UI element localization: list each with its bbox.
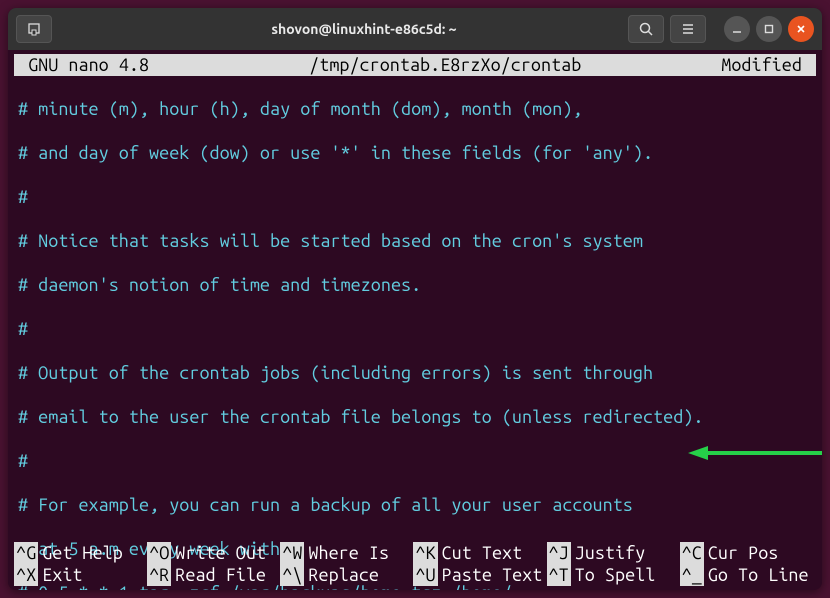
minimize-icon xyxy=(731,23,743,35)
nano-app-name: GNU nano 4.8 xyxy=(28,55,149,75)
menu-button[interactable] xyxy=(670,15,706,43)
shortcut-label: To Spell xyxy=(575,564,656,586)
maximize-button[interactable] xyxy=(756,16,782,42)
shortcut-label: Exit xyxy=(42,564,82,586)
shortcut-key: ^K xyxy=(413,542,437,564)
close-button[interactable] xyxy=(788,16,814,42)
search-button[interactable] xyxy=(628,15,664,43)
nano-status: Modified xyxy=(721,55,802,75)
shortcut-label: Read File xyxy=(175,564,266,586)
comment-line: # Notice that tasks will be started base… xyxy=(18,230,812,252)
comment-line: # minute (m), hour (h), day of month (do… xyxy=(18,98,812,120)
new-tab-button[interactable] xyxy=(16,15,52,43)
shortcut-key: ^W xyxy=(280,542,304,564)
comment-line: # For example, you can run a backup of a… xyxy=(18,494,812,516)
close-icon xyxy=(795,23,807,35)
nano-footer: ^GGet Help ^OWrite Out ^WWhere Is ^KCut … xyxy=(14,542,816,586)
shortcut-label: Write Out xyxy=(175,542,266,564)
shortcut: ^\Replace xyxy=(280,564,413,586)
comment-line: # xyxy=(18,450,812,472)
shortcut-label: Go To Line xyxy=(708,564,809,586)
shortcut: ^GGet Help xyxy=(14,542,147,564)
shortcut-key: ^U xyxy=(413,564,437,586)
shortcut-key: ^C xyxy=(680,542,704,564)
shortcut: ^CCur Pos xyxy=(680,542,813,564)
shortcut-key: ^_ xyxy=(680,564,704,586)
shortcut-key: ^\ xyxy=(280,564,304,586)
terminal-content[interactable]: GNU nano 4.8 /tmp/crontab.E8rzXo/crontab… xyxy=(8,50,822,590)
comment-line: # and day of week (dow) or use '*' in th… xyxy=(18,142,812,164)
window-titlebar: shovon@linuxhint-e86c5d: ~ xyxy=(8,8,822,50)
shortcut: ^RRead File xyxy=(147,564,280,586)
comment-line: # xyxy=(18,318,812,340)
shortcut-label: Where Is xyxy=(308,542,389,564)
shortcut-key: ^X xyxy=(14,564,38,586)
search-icon xyxy=(638,21,654,37)
shortcut-key: ^O xyxy=(147,542,171,564)
shortcut-label: Get Help xyxy=(42,542,123,564)
minimize-button[interactable] xyxy=(724,16,750,42)
shortcut-key: ^J xyxy=(547,542,571,564)
shortcut-key: ^T xyxy=(547,564,571,586)
comment-line: # Output of the crontab jobs (including … xyxy=(18,362,812,384)
editor-body: # minute (m), hour (h), day of month (do… xyxy=(14,76,816,590)
shortcut: ^WWhere Is xyxy=(280,542,413,564)
shortcut: ^XExit xyxy=(14,564,147,586)
shortcut: ^TTo Spell xyxy=(547,564,680,586)
nano-header: GNU nano 4.8 /tmp/crontab.E8rzXo/crontab… xyxy=(14,54,816,76)
shortcut-label: Paste Text xyxy=(442,564,543,586)
shortcut: ^JJustify xyxy=(547,542,680,564)
shortcut: ^UPaste Text xyxy=(413,564,546,586)
hamburger-icon xyxy=(680,21,696,37)
shortcut-label: Cur Pos xyxy=(708,542,779,564)
shortcut-label: Justify xyxy=(575,542,646,564)
shortcut-label: Cut Text xyxy=(442,542,523,564)
shortcut: ^OWrite Out xyxy=(147,542,280,564)
comment-line: # email to the user the crontab file bel… xyxy=(18,406,812,428)
shortcut-label: Replace xyxy=(308,564,379,586)
shortcut-key: ^G xyxy=(14,542,38,564)
shortcut: ^_Go To Line xyxy=(680,564,813,586)
comment-line: # xyxy=(18,186,812,208)
shortcut-key: ^R xyxy=(147,564,171,586)
nano-file-path: /tmp/crontab.E8rzXo/crontab xyxy=(309,54,581,76)
maximize-icon xyxy=(763,23,775,35)
window-title: shovon@linuxhint-e86c5d: ~ xyxy=(108,21,620,37)
comment-line: # daemon's notion of time and timezones. xyxy=(18,274,812,296)
terminal-window: shovon@linuxhint-e86c5d: ~ GNU nano 4.8 xyxy=(8,8,822,590)
shortcut: ^KCut Text xyxy=(413,542,546,564)
